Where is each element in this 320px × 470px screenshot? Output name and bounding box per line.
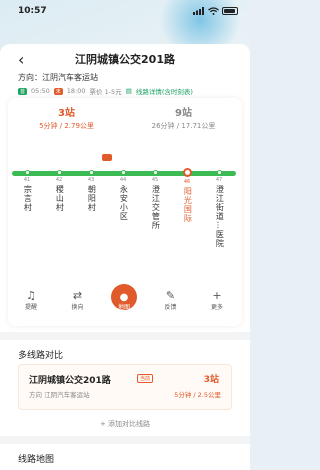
line-meta: 首 05:50 末 18:00 票价 1-5元 ▤ 线路详情(含时刻表) [18,86,193,96]
feedback-button[interactable]: ✎ 反馈 [154,289,188,311]
add-compare-button[interactable]: + 添加对比线路 [0,419,250,429]
station-name: 永安小区 [119,185,129,221]
station-dot [120,170,126,175]
current-badge: 当前 [137,374,154,383]
wifi-icon [208,7,219,15]
station-number: 41 [23,177,31,183]
compare-line-name: 江阴城镇公交201路 [29,376,111,386]
station[interactable]: 44 永安小区 [108,170,138,221]
station-number: 44 [119,177,127,183]
status-icons [193,7,238,15]
map-section-title: 线路地图 [18,455,55,465]
last-bus-time: 18:00 [66,87,86,95]
station-dot [88,170,94,175]
remind-label: 提醒 [24,304,37,311]
next-bus[interactable]: 3站 5分钟 / 2.79公里 [8,104,125,131]
first-bus-tag: 首 [18,87,28,95]
station-number: 46 [183,179,191,185]
compare-section-title: 多线路对比 [18,351,64,361]
signal-icon [193,7,204,15]
station-number: 47 [215,177,223,183]
station-dot [56,170,62,175]
arrival-info: 3站 5分钟 / 2.79公里 9站 26分钟 / 17.71公里 [8,104,242,131]
first-bus-time: 05:50 [31,87,50,95]
station-number: 43 [87,177,95,183]
status-time: 10:57 [18,6,47,16]
section-divider [0,436,250,444]
current-station-marker [182,168,192,177]
switch-direction-button[interactable]: ⇄ 换向 [61,289,95,311]
fare-text: 票价 1-5元 [89,88,122,96]
compare-line-stops: 3站 [203,375,219,385]
back-icon[interactable]: ‹ [18,50,24,69]
station-number: 45 [151,177,159,183]
station-dot [216,170,222,175]
station-name: 朝阳村 [87,185,97,212]
station-current[interactable]: 46 阳光国际 [172,168,202,223]
feedback-label: 反馈 [164,304,177,311]
station-dot [152,170,158,175]
timetable-icon: ▤ [125,87,132,95]
station[interactable]: 42 稷山村 [44,170,74,212]
compare-line-eta: 5分钟 / 2.5公里 [174,391,221,399]
line-detail-link[interactable]: 线路详情(含时刻表) [136,86,193,96]
more-label: 更多 [210,304,223,311]
next-bus-eta: 5分钟 / 2.79公里 [39,122,94,130]
bus-line-sheet: ‹ 江阴城镇公交201路 方向：江阴汽车客运站 首 05:50 末 18:00 … [0,44,250,470]
station-name: 澄江街道…医院 [215,185,225,248]
station-name: 阳光国际 [183,187,193,223]
switch-label: 换向 [71,304,84,311]
following-bus[interactable]: 9站 26分钟 / 17.71公里 [125,104,242,131]
nav-bar: ‹ 江阴城镇公交201路 [0,44,250,74]
bus-icon [102,154,112,161]
page-title: 江阴城镇公交201路 [75,53,175,66]
remind-button[interactable]: ♫ 提醒 [14,289,48,311]
swap-icon: ⇄ [72,289,83,302]
station-dot [24,170,30,175]
status-bar: 10:57 [0,0,250,22]
action-bar: ♫ 提醒 ⇄ 换向 ● 地图 ✎ 反馈 + 更多 [14,284,234,311]
compare-line-direction: 方向 江阴汽车客运站 [29,391,90,399]
more-button[interactable]: + 更多 [200,289,234,311]
station[interactable]: 45 澄江交管所 [140,170,170,230]
map-button[interactable]: ● 地图 [107,284,141,311]
plus-icon: + [212,289,222,302]
edit-icon: ✎ [165,289,176,302]
map-label: 地图 [117,304,130,311]
last-bus-tag: 末 [53,87,63,95]
bell-icon: ♫ [26,289,36,302]
station-name: 澄江交管所 [151,185,161,230]
station-number: 42 [55,177,63,183]
station[interactable]: 47 澄江街道…医院 [204,170,234,248]
station[interactable]: 41 宗言村 [12,170,42,212]
station[interactable]: 43 朝阳村 [76,170,106,212]
station-name: 宗言村 [23,185,33,212]
following-bus-stops: 9站 [175,108,192,119]
battery-icon [222,7,238,15]
following-bus-eta: 26分钟 / 17.71公里 [151,122,216,130]
station-name: 稷山村 [55,185,65,212]
direction-label: 方向：江阴汽车客运站 [18,73,98,82]
section-divider [0,332,250,340]
compare-line-card[interactable]: 江阴城镇公交201路 当前 方向 江阴汽车客运站 3站 5分钟 / 2.5公里 [18,364,232,410]
next-bus-stops: 3站 [58,108,75,119]
